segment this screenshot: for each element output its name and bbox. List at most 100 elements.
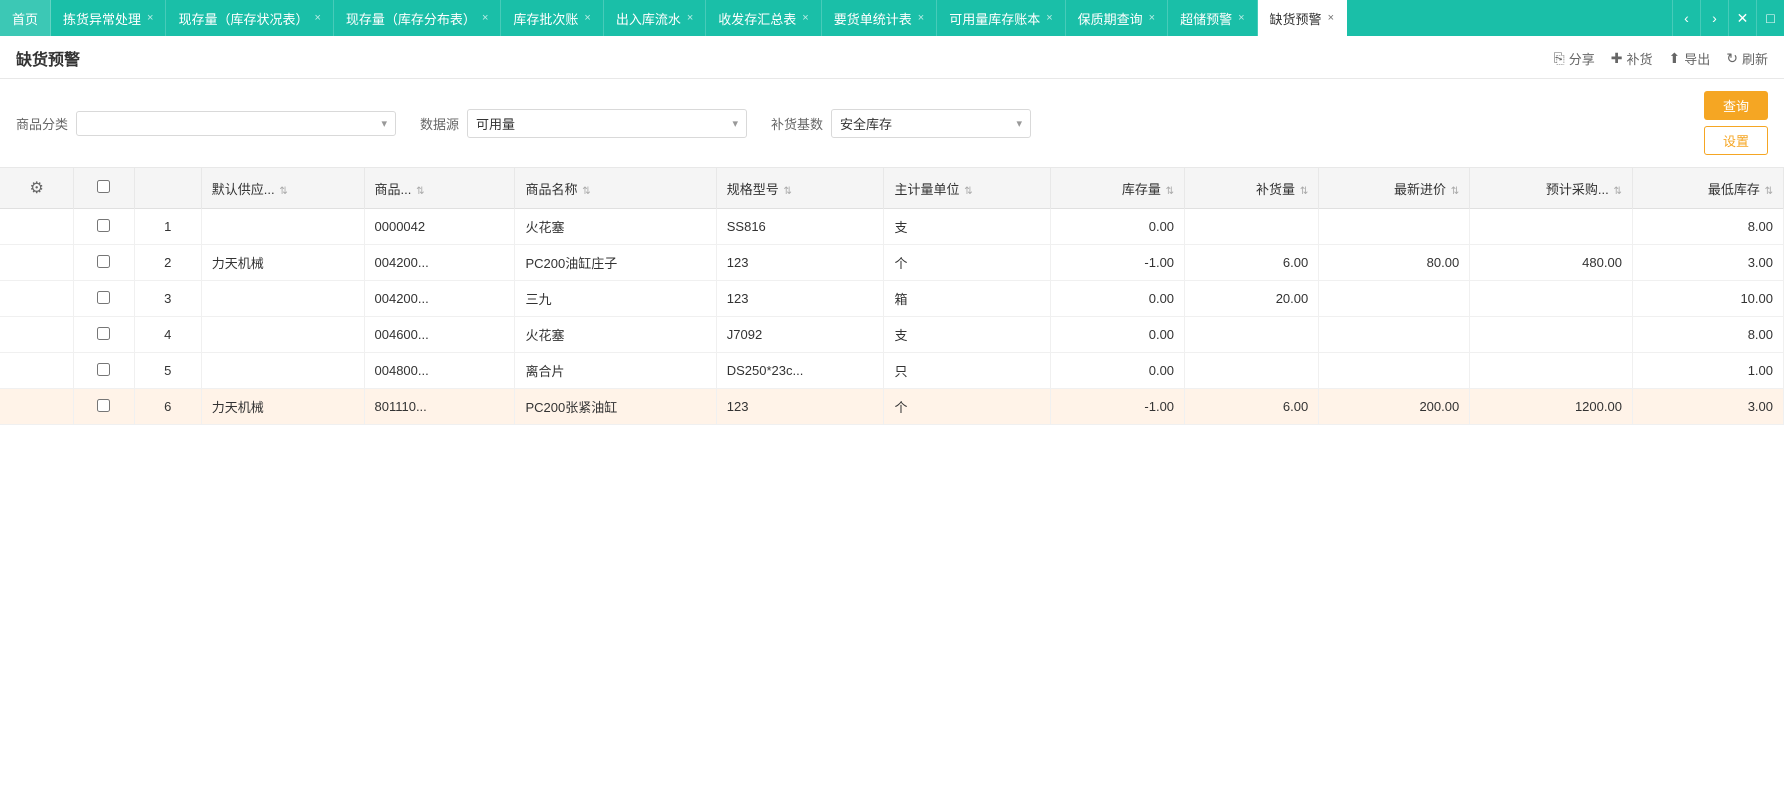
replenish-base-value: 安全库存	[840, 114, 892, 133]
tab-close-abnormal[interactable]: ×	[147, 12, 153, 24]
gear-settings-icon[interactable]: ⚙	[27, 176, 45, 200]
datasource-select[interactable]: 可用量 ▾	[467, 109, 747, 138]
row-checkbox[interactable]	[97, 399, 110, 412]
tab-demand-stat[interactable]: 要货单统计表×	[822, 0, 937, 36]
replenish-base-filter-group: 补货基数 安全库存 ▾	[771, 109, 1031, 138]
row-goodsname: 三九	[515, 281, 716, 317]
datasource-filter-group: 数据源 可用量 ▾	[420, 109, 747, 138]
row-latestprice: 200.00	[1319, 389, 1470, 425]
replenish-icon: ✚	[1611, 50, 1623, 67]
tab-batch-account[interactable]: 库存批次账 ×	[501, 0, 603, 36]
col-label-goodsname: 商品名称	[525, 182, 577, 197]
tab-close-shortage-warn[interactable]: ×	[1328, 12, 1334, 24]
tab-label-abnormal: 拣货异常处理	[63, 9, 141, 28]
row-goodsno: 004600...	[364, 317, 515, 353]
tab-close-expiry-query[interactable]: ×	[1149, 12, 1155, 24]
tab-close-demand-stat[interactable]: ×	[918, 12, 924, 24]
row-minstock: 8.00	[1632, 317, 1783, 353]
category-select[interactable]: ▾	[76, 111, 396, 136]
col-header-settings: ⚙	[0, 168, 74, 209]
share-button[interactable]: ⎘ 分享	[1554, 49, 1595, 68]
row-no: 3	[134, 281, 201, 317]
row-supplier: 力天机械	[201, 245, 364, 281]
tab-close-overstock-warn[interactable]: ×	[1238, 12, 1244, 24]
export-button[interactable]: ⬆ 导出	[1669, 49, 1711, 68]
filter-buttons: 查询 设置	[1704, 91, 1768, 155]
select-all-checkbox[interactable]	[97, 180, 110, 193]
sort-icon-spec[interactable]: ⇅	[781, 186, 792, 197]
row-spec: J7092	[716, 317, 884, 353]
export-icon: ⬆	[1669, 50, 1681, 67]
sort-icon-unit[interactable]: ⇅	[962, 186, 973, 197]
row-stock: 0.00	[1050, 353, 1184, 389]
row-minstock: 1.00	[1632, 353, 1783, 389]
tab-close-batch-account[interactable]: ×	[584, 12, 590, 24]
row-checkbox[interactable]	[97, 363, 110, 376]
tab-expiry-query[interactable]: 保质期查询×	[1066, 0, 1168, 36]
tab-close-stock-dist[interactable]: ×	[482, 12, 488, 24]
tab-close-all[interactable]: ✕	[1728, 0, 1756, 36]
tab-maximize[interactable]: □	[1756, 0, 1784, 36]
sort-icon-estimated[interactable]: ⇅	[1611, 186, 1622, 197]
header-actions: ⎘ 分享 ✚ 补货 ⬆ 导出 ↻ 刷新	[1554, 49, 1768, 68]
table-row: 10000042火花塞SS816支0.008.00	[0, 209, 1784, 245]
row-checkbox[interactable]	[97, 291, 110, 304]
tab-overstock-warn[interactable]: 超储预警×	[1168, 0, 1257, 36]
col-header-stock: 库存量 ⇅	[1050, 168, 1184, 209]
row-goodsname: 火花塞	[515, 209, 716, 245]
row-stock: 0.00	[1050, 281, 1184, 317]
tab-recv-summary[interactable]: 收发存汇总表×	[706, 0, 821, 36]
refresh-button[interactable]: ↻ 刷新	[1726, 49, 1768, 68]
replenish-button[interactable]: ✚ 补货	[1611, 49, 1653, 68]
row-checkbox[interactable]	[97, 255, 110, 268]
col-header-supplier: 默认供应... ⇅	[201, 168, 364, 209]
row-no: 5	[134, 353, 201, 389]
row-stock: -1.00	[1050, 389, 1184, 425]
row-checkbox-cell	[74, 353, 134, 389]
sort-icon-latestprice[interactable]: ⇅	[1448, 186, 1459, 197]
row-minstock: 10.00	[1632, 281, 1783, 317]
tab-stock-dist[interactable]: 现存量（库存分布表）×	[334, 0, 501, 36]
tab-close-stock-status[interactable]: ×	[314, 12, 320, 24]
col-label-minstock: 最低库存	[1708, 182, 1760, 197]
row-spec: SS816	[716, 209, 884, 245]
sort-icon-stock[interactable]: ⇅	[1163, 186, 1174, 197]
tab-available-ledger[interactable]: 可用量库存账本×	[937, 0, 1065, 36]
tab-nav-next[interactable]: ›	[1700, 0, 1728, 36]
sort-icon-goodsname[interactable]: ⇅	[579, 186, 590, 197]
row-settings-cell	[0, 245, 74, 281]
row-latestprice	[1319, 353, 1470, 389]
row-goodsno: 004200...	[364, 245, 515, 281]
col-label-supplier: 默认供应...	[212, 182, 275, 197]
tab-nav-prev[interactable]: ‹	[1672, 0, 1700, 36]
query-button[interactable]: 查询	[1704, 91, 1768, 120]
row-supplier: 力天机械	[201, 389, 364, 425]
row-unit: 个	[884, 245, 1050, 281]
row-checkbox[interactable]	[97, 327, 110, 340]
tab-shortage-warn[interactable]: 缺货预警×	[1258, 0, 1347, 36]
tab-close-inout-flow[interactable]: ×	[687, 12, 693, 24]
row-checkbox[interactable]	[97, 219, 110, 232]
col-label-spec: 规格型号	[727, 182, 779, 197]
sort-icon-goodsno[interactable]: ⇅	[413, 186, 424, 197]
sort-icon-supplier[interactable]: ⇅	[277, 186, 288, 197]
settings-button[interactable]: 设置	[1704, 126, 1768, 155]
category-select-value	[85, 116, 89, 131]
tab-close-available-ledger[interactable]: ×	[1046, 12, 1052, 24]
tab-inout-flow[interactable]: 出入库流水×	[604, 0, 706, 36]
row-no: 2	[134, 245, 201, 281]
sort-icon-replenish[interactable]: ⇅	[1297, 186, 1308, 197]
row-unit: 个	[884, 389, 1050, 425]
tab-label-batch-account: 库存批次账	[513, 9, 578, 28]
table-container: ⚙默认供应... ⇅商品... ⇅商品名称 ⇅规格型号 ⇅主计量单位 ⇅库存量 …	[0, 168, 1784, 425]
row-supplier	[201, 353, 364, 389]
replenish-base-select[interactable]: 安全库存 ▾	[831, 109, 1031, 138]
row-checkbox-cell	[74, 281, 134, 317]
row-estimated	[1470, 353, 1633, 389]
col-header-latestprice: 最新进价 ⇅	[1319, 168, 1470, 209]
tab-home[interactable]: 首页	[0, 0, 51, 36]
tab-abnormal[interactable]: 拣货异常处理 ×	[51, 0, 166, 36]
tab-close-recv-summary[interactable]: ×	[802, 12, 808, 24]
sort-icon-minstock[interactable]: ⇅	[1762, 186, 1773, 197]
tab-stock-status[interactable]: 现存量（库存状况表）×	[166, 0, 333, 36]
